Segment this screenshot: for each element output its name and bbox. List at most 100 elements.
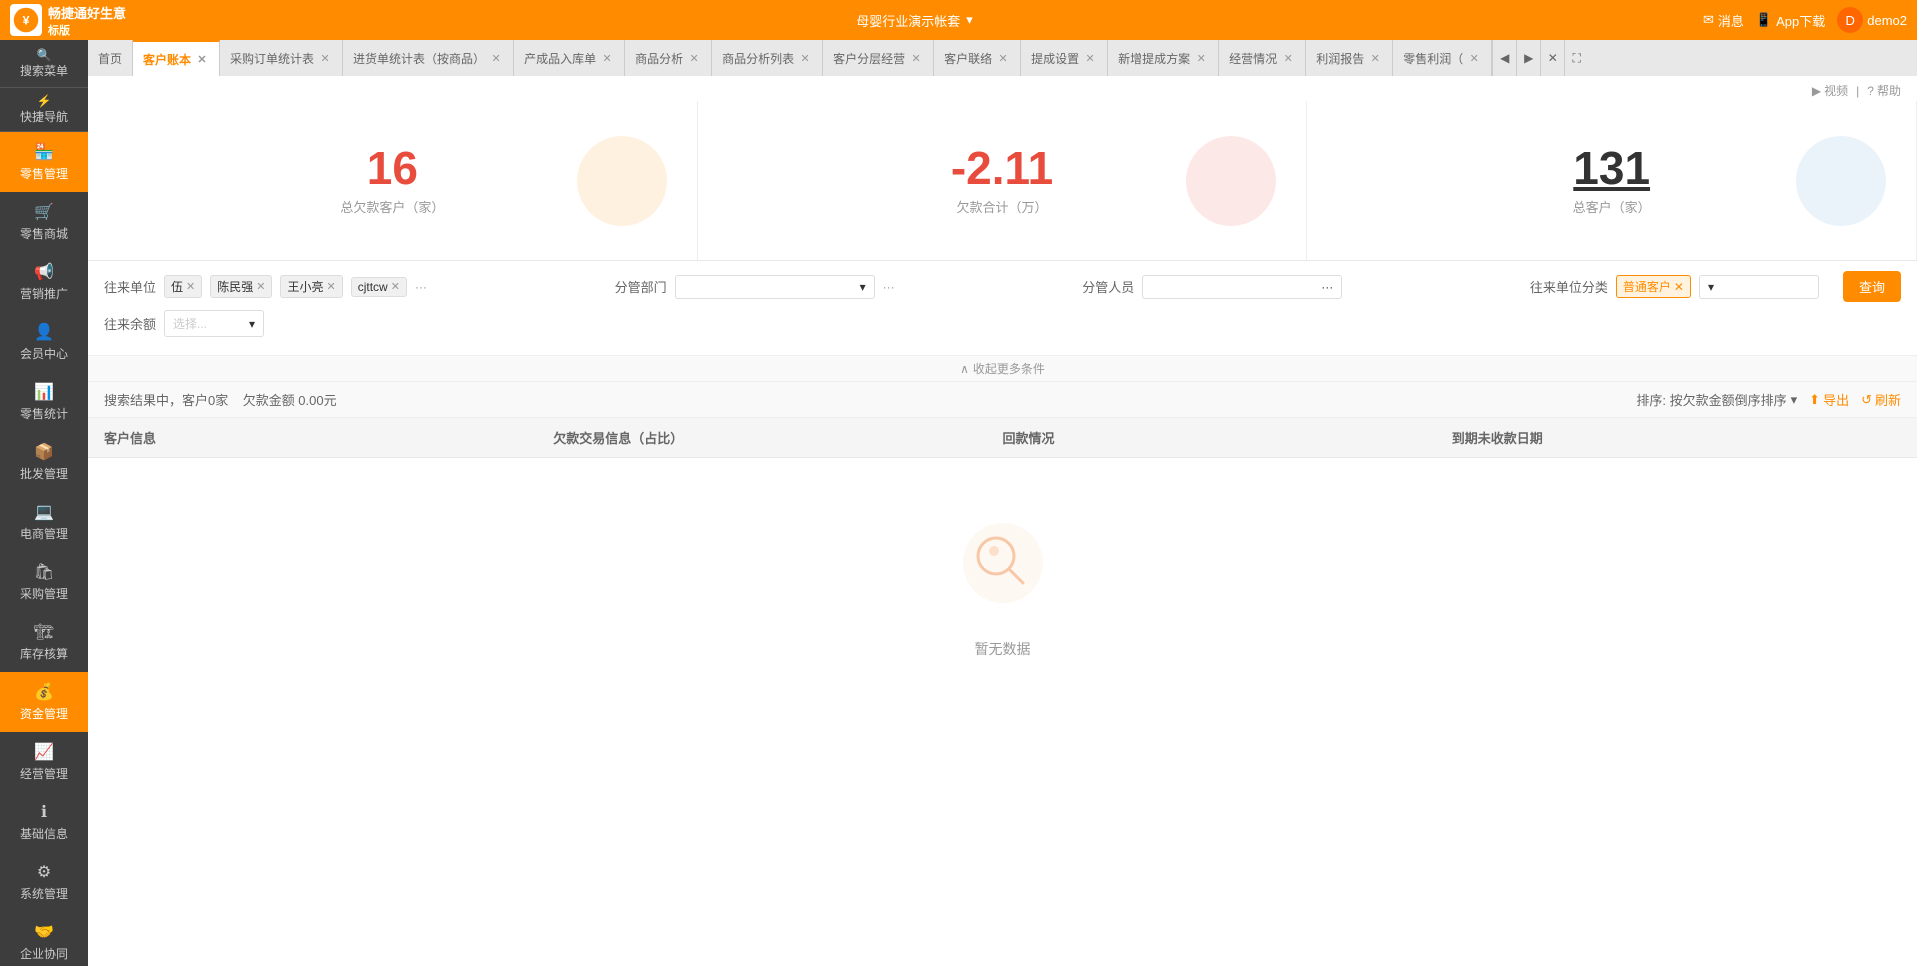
empty-icon <box>958 518 1048 627</box>
tab-label-2: 采购订单统计表 <box>230 50 314 67</box>
tab-close-11[interactable]: ✕ <box>1281 51 1295 65</box>
filter-tag-wu-close[interactable]: ✕ <box>186 280 195 293</box>
top-bar: ¥ 畅捷通好生意 标版 母婴行业演示帐套 ▾ ✉ 消息 📱 App下载 D <box>0 0 1917 40</box>
balance-select[interactable]: 选择... ▾ <box>164 310 264 337</box>
tab-close-2[interactable]: ✕ <box>318 51 332 65</box>
filter-tag-wang-close[interactable]: ✕ <box>327 280 336 293</box>
user-menu[interactable]: D demo2 <box>1837 7 1907 33</box>
tab-close-1[interactable]: ✕ <box>195 52 209 66</box>
tab-6[interactable]: 商品分析列表✕ <box>712 40 823 76</box>
dept-select[interactable]: ▾ <box>675 275 875 299</box>
sidebar-item-13[interactable]: 🤝 企业协同 <box>0 912 88 966</box>
tab-close-13[interactable]: ✕ <box>1467 51 1481 65</box>
main-layout: 🔍 搜索菜单 ⚡ 快捷导航 🏪 零售管理 🛒 零售商城 📢 营销推广 👤 会员中… <box>0 40 1917 966</box>
filter-more-units[interactable]: ··· <box>415 280 427 294</box>
stat-card-customers: 16 总欠款客户（家） <box>88 101 698 260</box>
sidebar-item-12[interactable]: ⚙ 系统管理 <box>0 852 88 912</box>
sidebar-item-icon-13: 🤝 <box>34 922 54 942</box>
tab-10[interactable]: 新增提成方案✕ <box>1108 40 1219 76</box>
sidebar-item-11[interactable]: ℹ 基础信息 <box>0 792 88 852</box>
message-button[interactable]: ✉ 消息 <box>1703 11 1744 30</box>
balance-placeholder: 选择... <box>173 315 207 332</box>
refresh-button[interactable]: ↺ 刷新 <box>1861 390 1901 409</box>
tab-5[interactable]: 商品分析✕ <box>625 40 712 76</box>
sidebar-item-icon-12: ⚙ <box>37 862 51 882</box>
tabs-container: 首页客户账本✕采购订单统计表✕进货单统计表（按商品）✕产成品入库单✕商品分析✕商… <box>88 40 1492 76</box>
tab-close-6[interactable]: ✕ <box>798 51 812 65</box>
sidebar-item-icon-6: 💻 <box>34 502 54 522</box>
tab-nav-next[interactable]: ▶ <box>1516 40 1540 76</box>
tab-4[interactable]: 产成品入库单✕ <box>514 40 625 76</box>
sidebar-quick-nav[interactable]: ⚡ 快捷导航 <box>0 88 88 132</box>
filter-tag-wang-text: 王小亮 <box>287 278 323 295</box>
tab-12[interactable]: 利润报告 ✕ <box>1306 40 1393 76</box>
export-button[interactable]: ⬆ 导出 <box>1809 390 1849 409</box>
sidebar-item-0[interactable]: 🏪 零售管理 <box>0 132 88 192</box>
tab-close-all[interactable]: ✕ <box>1540 40 1564 76</box>
sidebar-search[interactable]: 🔍 搜索菜单 <box>0 40 88 88</box>
tab-close-9[interactable]: ✕ <box>1083 51 1097 65</box>
sidebar-item-10[interactable]: 📈 经营管理 <box>0 732 88 792</box>
sidebar-item-4[interactable]: 📊 零售统计 <box>0 372 88 432</box>
tab-expand[interactable]: ⛶ <box>1564 40 1588 76</box>
filter-tag-wu[interactable]: 伍 ✕ <box>164 275 202 298</box>
sidebar-item-1[interactable]: 🛒 零售商城 <box>0 192 88 252</box>
filter-tag-chen-close[interactable]: ✕ <box>256 280 265 293</box>
sidebar-item-3[interactable]: 👤 会员中心 <box>0 312 88 372</box>
col-header-customer: 客户信息 <box>104 428 553 447</box>
tab-7[interactable]: 客户分层经营✕ <box>823 40 934 76</box>
account-selector[interactable]: 母婴行业演示帐套 ▾ <box>856 11 973 30</box>
filter-more-dept[interactable]: ··· <box>883 280 895 294</box>
tab-8[interactable]: 客户联络 ✕ <box>934 40 1021 76</box>
video-help-link[interactable]: ▶ 视频 <box>1812 82 1848 99</box>
tab-close-4[interactable]: ✕ <box>600 51 614 65</box>
tab-label-12: 利润报告 <box>1316 50 1364 67</box>
person-select[interactable]: ··· <box>1142 275 1342 299</box>
sidebar-item-label-8: 库存核算 <box>20 645 68 662</box>
tab-close-8[interactable]: ✕ <box>996 51 1010 65</box>
sidebar-item-8[interactable]: 🏗 库存核算 <box>0 612 88 672</box>
tab-0[interactable]: 首页 <box>88 40 133 76</box>
sidebar-item-6[interactable]: 💻 电商管理 <box>0 492 88 552</box>
category-tag[interactable]: 普通客户 ✕ <box>1616 275 1691 298</box>
sort-button[interactable]: 排序: 按欠款金额倒序排序 ▾ <box>1636 390 1797 409</box>
tab-label-8: 客户联络 <box>944 50 992 67</box>
collapse-button[interactable]: ∧ 收起更多条件 <box>960 360 1045 377</box>
app-download-button[interactable]: 📱 App下载 <box>1756 11 1825 30</box>
query-button[interactable]: 查询 <box>1843 271 1901 302</box>
tab-close-3[interactable]: ✕ <box>489 51 503 65</box>
sidebar-item-7[interactable]: 🛍 采购管理 <box>0 552 88 612</box>
tab-close-12[interactable]: ✕ <box>1368 51 1382 65</box>
sidebar-item-2[interactable]: 📢 营销推广 <box>0 252 88 312</box>
help-link[interactable]: ? 帮助 <box>1867 82 1901 99</box>
tab-13[interactable]: 零售利润（✕ <box>1393 40 1492 76</box>
stat-bg-1 <box>577 136 667 226</box>
category-tag-close[interactable]: ✕ <box>1674 280 1684 294</box>
table-header: 客户信息 欠款交易信息（占比） 回款情况 到期未收款日期 <box>88 418 1917 458</box>
tab-3[interactable]: 进货单统计表（按商品）✕ <box>343 40 514 76</box>
tab-11[interactable]: 经营情况✕ <box>1219 40 1306 76</box>
collapse-row[interactable]: ∧ 收起更多条件 <box>88 356 1917 382</box>
tab-2[interactable]: 采购订单统计表 ✕ <box>220 40 343 76</box>
tab-close-10[interactable]: ✕ <box>1194 51 1208 65</box>
filter-tag-cjttcw[interactable]: cjttcw ✕ <box>351 277 407 297</box>
stat-card-debt: -2.11 欠款合计（万） <box>698 101 1308 260</box>
tab-nav-prev[interactable]: ◀ <box>1492 40 1516 76</box>
svg-text:¥: ¥ <box>23 13 30 27</box>
filter-tag-wang[interactable]: 王小亮 ✕ <box>280 275 342 298</box>
tab-1[interactable]: 客户账本✕ <box>133 40 220 76</box>
debt-info-text: 欠款金额 0.00元 <box>243 393 337 408</box>
filter-tag-cjttcw-close[interactable]: ✕ <box>391 280 400 293</box>
help-label: 帮助 <box>1877 82 1901 99</box>
tab-9[interactable]: 提成设置✕ <box>1021 40 1108 76</box>
sidebar-item-5[interactable]: 📦 批发管理 <box>0 432 88 492</box>
sidebar-item-icon-7: 🛍 <box>34 562 54 582</box>
tab-close-5[interactable]: ✕ <box>687 51 701 65</box>
tab-close-7[interactable]: ✕ <box>909 51 923 65</box>
filter-tag-chen[interactable]: 陈民强 ✕ <box>210 275 272 298</box>
category-select[interactable]: ▾ <box>1699 275 1819 299</box>
results-bar: 搜索结果中，客户0家 欠款金额 0.00元 排序: 按欠款金额倒序排序 ▾ ⬆ … <box>88 382 1917 418</box>
person-label: 分管人员 <box>1082 277 1134 296</box>
sidebar-item-9[interactable]: 💰 资金管理 <box>0 672 88 732</box>
sidebar-item-icon-10: 📈 <box>34 742 54 762</box>
